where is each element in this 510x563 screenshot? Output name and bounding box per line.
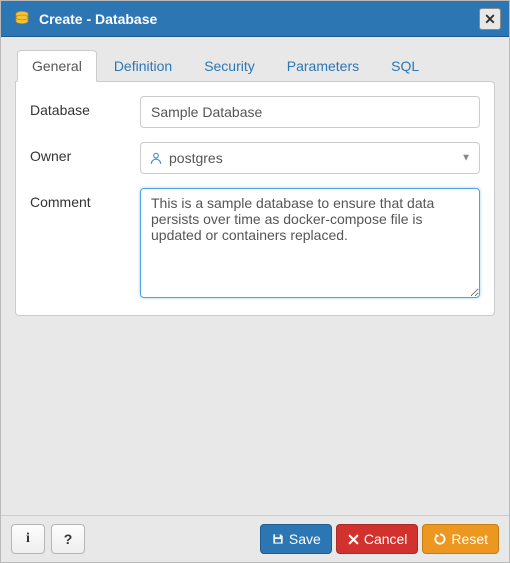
close-button[interactable]: ✕	[479, 8, 501, 30]
help-icon: ?	[64, 531, 73, 547]
dialog-title: Create - Database	[39, 11, 479, 27]
info-icon: i	[26, 531, 30, 547]
save-icon	[271, 532, 285, 546]
cancel-button[interactable]: Cancel	[336, 524, 419, 554]
user-icon	[149, 151, 163, 165]
cancel-label: Cancel	[364, 531, 408, 547]
save-button[interactable]: Save	[260, 524, 332, 554]
database-input[interactable]	[140, 96, 480, 128]
dialog-footer: i ? Save Cancel	[1, 515, 509, 562]
tab-parameters[interactable]: Parameters	[272, 50, 374, 82]
help-button[interactable]: ?	[51, 524, 85, 554]
comment-label: Comment	[30, 188, 140, 210]
tab-general[interactable]: General	[17, 50, 97, 82]
owner-label: Owner	[30, 142, 140, 164]
info-button[interactable]: i	[11, 524, 45, 554]
dialog-content: General Definition Security Parameters S…	[1, 37, 509, 515]
owner-value: postgres	[169, 150, 223, 166]
comment-textarea[interactable]	[140, 188, 480, 298]
create-database-dialog: Create - Database ✕ General Definition S…	[0, 0, 510, 563]
comment-row: Comment	[30, 188, 480, 301]
spacer	[15, 316, 495, 515]
reset-icon	[433, 532, 447, 546]
database-label: Database	[30, 96, 140, 118]
database-row: Database	[30, 96, 480, 128]
reset-button[interactable]: Reset	[422, 524, 499, 554]
tab-definition[interactable]: Definition	[99, 50, 187, 82]
tab-security[interactable]: Security	[189, 50, 270, 82]
owner-row: Owner postgres ▼	[30, 142, 480, 174]
tab-sql[interactable]: SQL	[376, 50, 434, 82]
owner-select[interactable]: postgres ▼	[140, 142, 480, 174]
tab-panel-general: Database Owner postgres	[15, 81, 495, 316]
tab-bar: General Definition Security Parameters S…	[15, 49, 495, 81]
dialog-titlebar: Create - Database ✕	[1, 1, 509, 37]
save-label: Save	[289, 531, 321, 547]
cancel-icon	[347, 533, 360, 546]
reset-label: Reset	[451, 531, 488, 547]
chevron-down-icon: ▼	[461, 153, 471, 164]
close-icon: ✕	[484, 12, 496, 26]
database-icon	[13, 10, 31, 28]
